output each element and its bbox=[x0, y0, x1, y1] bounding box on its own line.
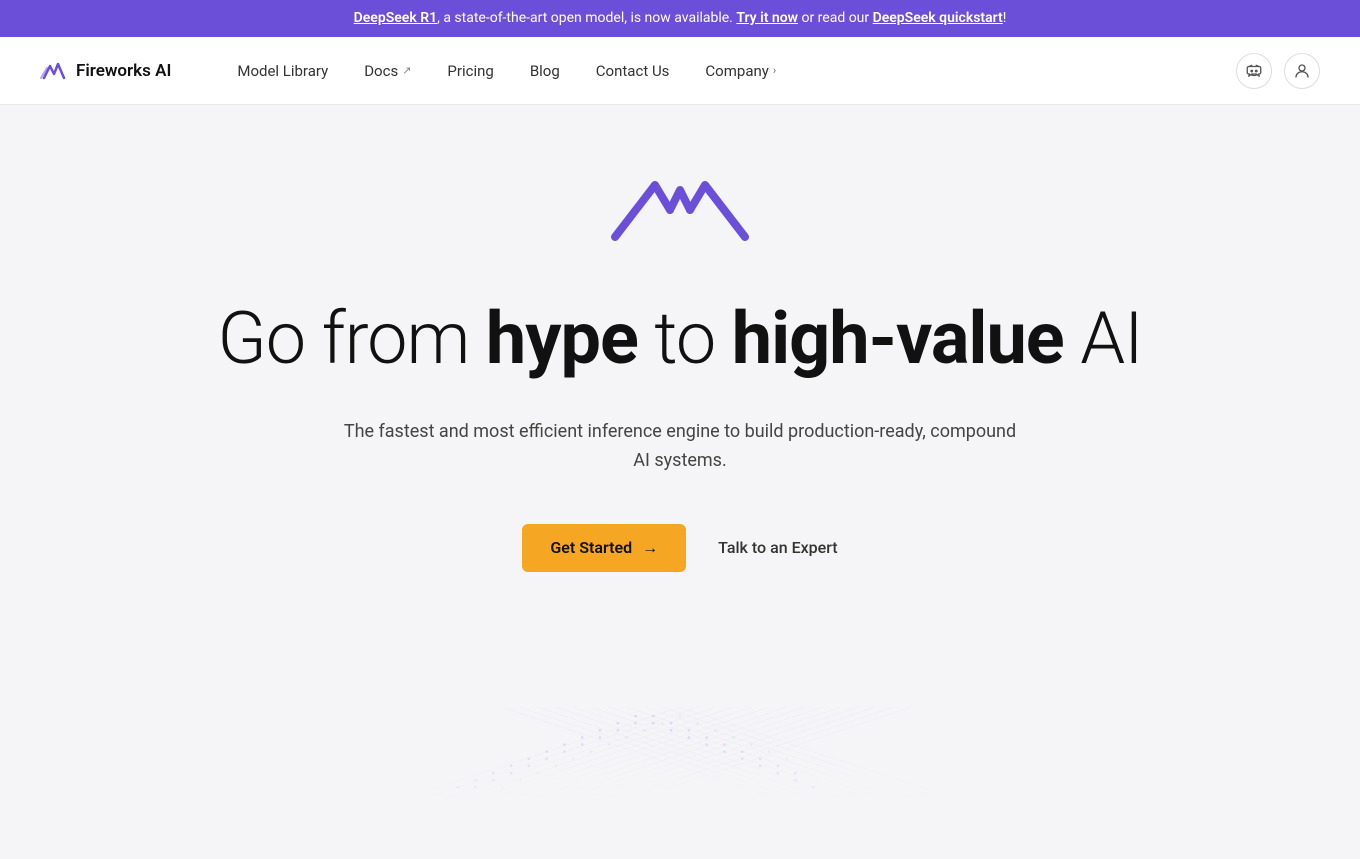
banner-suffix: ! bbox=[1003, 10, 1007, 26]
talk-to-expert-link[interactable]: Talk to an Expert bbox=[718, 538, 837, 557]
user-icon bbox=[1293, 62, 1311, 80]
title-go-from: Go from bbox=[218, 296, 486, 381]
announcement-banner: DeepSeek R1, a state-of-the-art open mod… bbox=[0, 0, 1360, 37]
navbar: Fireworks AI Model Library Docs ↗ Pricin… bbox=[0, 37, 1360, 105]
nav-actions bbox=[1236, 53, 1320, 89]
title-high-value: high-value bbox=[732, 296, 1064, 381]
nav-links: Model Library Docs ↗ Pricing Blog Contac… bbox=[219, 37, 1236, 105]
hero-logo-icon bbox=[605, 165, 755, 255]
hero-logo bbox=[605, 165, 755, 259]
logo-link[interactable]: Fireworks AI bbox=[40, 60, 171, 82]
nav-company[interactable]: Company › bbox=[687, 37, 794, 105]
arrow-icon: → bbox=[642, 538, 658, 558]
nav-pricing[interactable]: Pricing bbox=[429, 37, 511, 105]
discord-icon bbox=[1245, 62, 1263, 80]
external-link-icon: ↗ bbox=[402, 64, 411, 77]
hero-section: Go from hype to high-value AI The fastes… bbox=[0, 105, 1360, 805]
nav-model-library[interactable]: Model Library bbox=[219, 37, 346, 105]
title-hype: hype bbox=[486, 296, 638, 381]
get-started-button[interactable]: Get Started → bbox=[522, 524, 686, 572]
nav-docs[interactable]: Docs ↗ bbox=[346, 37, 429, 105]
hero-title: Go from hype to high-value AI bbox=[218, 299, 1143, 378]
logo-icon bbox=[40, 60, 68, 82]
grid-svg bbox=[230, 645, 1130, 805]
banner-separator: or read our bbox=[801, 10, 872, 26]
get-started-label: Get Started bbox=[550, 538, 632, 557]
try-now-link[interactable]: Try it now bbox=[736, 10, 798, 26]
title-ai: AI bbox=[1064, 296, 1143, 381]
nav-blog[interactable]: Blog bbox=[512, 37, 578, 105]
discord-button[interactable] bbox=[1236, 53, 1272, 89]
hero-subtitle: The fastest and most efficient inference… bbox=[340, 418, 1020, 476]
deepseek-r1-link[interactable]: DeepSeek R1 bbox=[354, 10, 437, 26]
account-button[interactable] bbox=[1284, 53, 1320, 89]
nav-contact-us[interactable]: Contact Us bbox=[578, 37, 688, 105]
banner-middle-text: , a state-of-the-art open model, is now … bbox=[437, 10, 733, 26]
quickstart-link[interactable]: DeepSeek quickstart bbox=[873, 10, 1003, 26]
title-to: to bbox=[638, 296, 732, 381]
hero-cta: Get Started → Talk to an Expert bbox=[522, 524, 837, 572]
chevron-down-icon: › bbox=[773, 64, 776, 77]
talk-expert-label: Talk to an Expert bbox=[718, 538, 837, 557]
logo-text: Fireworks AI bbox=[76, 61, 171, 81]
grid-visual bbox=[230, 645, 1130, 805]
